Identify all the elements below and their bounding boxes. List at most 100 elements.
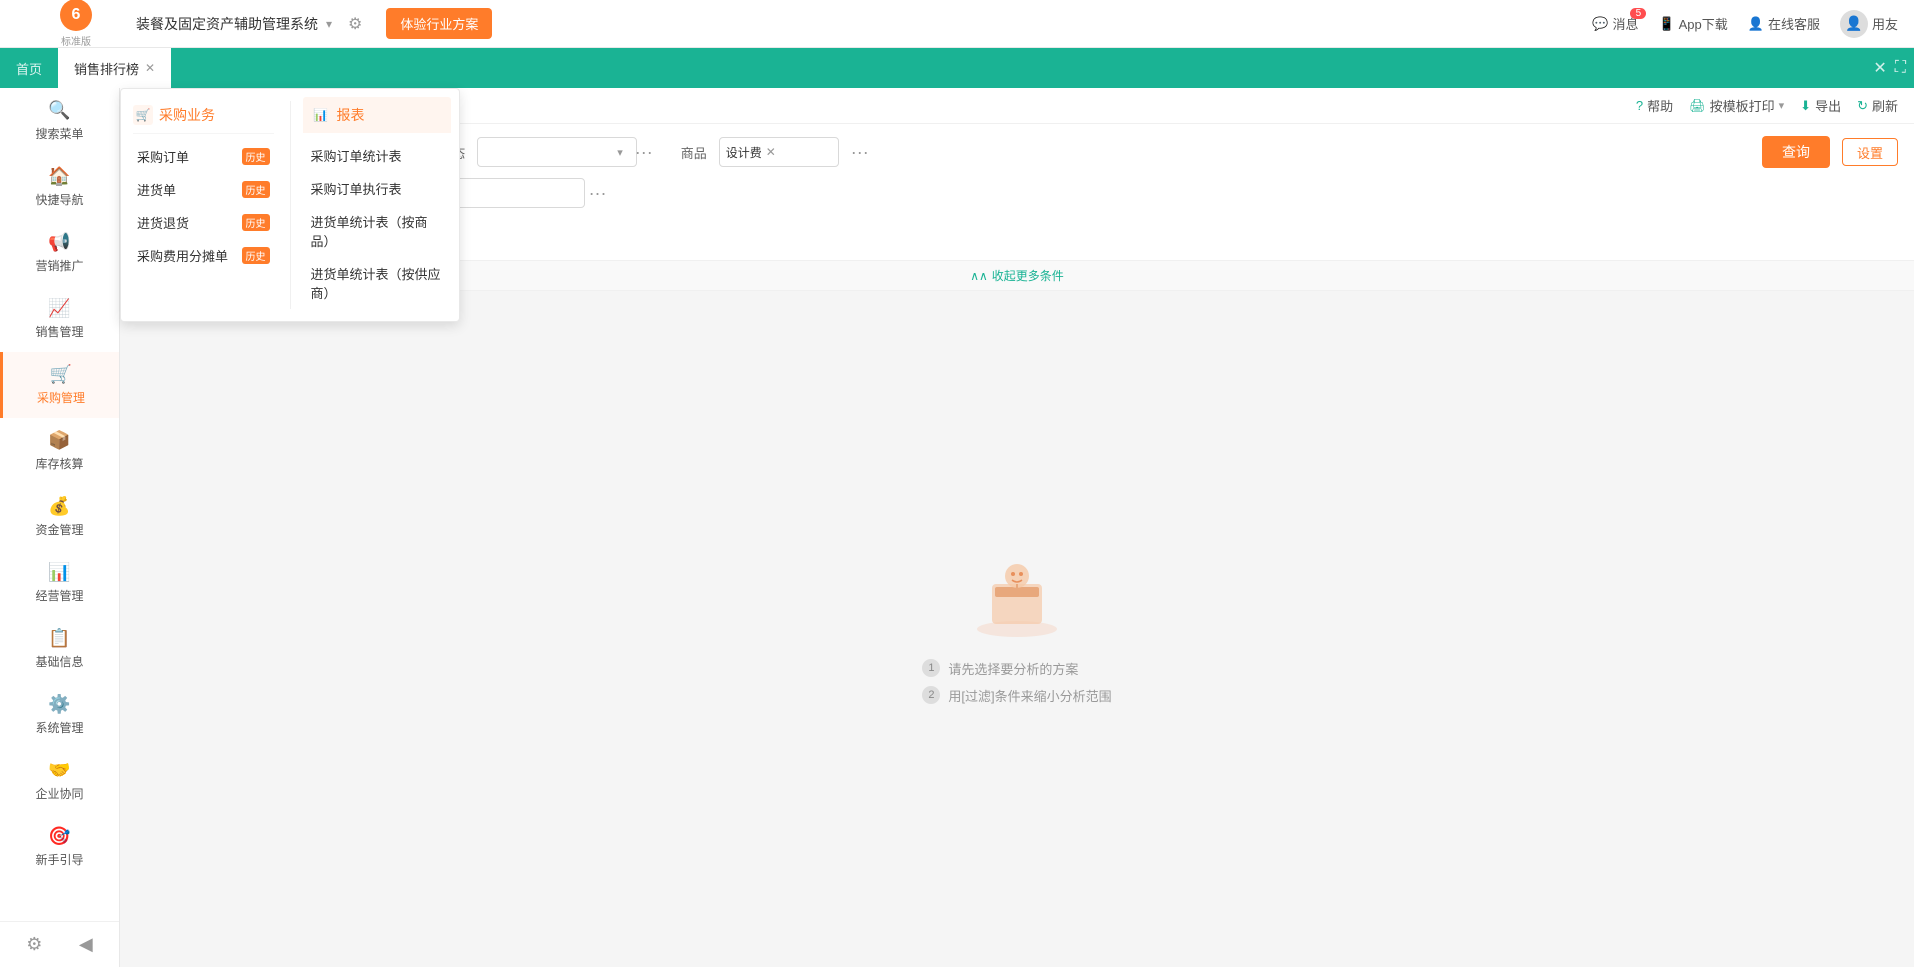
sidebar-item-finance-label: 资金管理 (35, 521, 83, 538)
dropdown-goods-receipt[interactable]: 进货单 历史 (133, 173, 274, 206)
messages-badge: 5 (1630, 8, 1646, 19)
system-settings-icon[interactable]: ⚙ (348, 14, 362, 34)
purchase-title-icon: 🛒 (133, 105, 153, 125)
app-download-item[interactable]: 📱 App下载 (1658, 14, 1727, 33)
dropdown-cols: 🛒 采购业务 采购订单 历史 进货单 历史 进货退货 历史 采购费用分摊单 历史 (121, 101, 459, 309)
sidebar-item-purchase[interactable]: 🛒 采购管理 (0, 352, 119, 418)
dropdown-goods-stat-by-supplier[interactable]: 进货单统计表（按供应商） (307, 257, 448, 309)
goods-more[interactable]: ··· (851, 142, 869, 163)
refresh-icon: ↻ (1857, 98, 1868, 114)
empty-tips: 1 请先选择要分析的方案 2 用[过滤]条件来缩小分析范围 (922, 659, 1111, 705)
query-btn[interactable]: 查询 (1762, 136, 1830, 168)
empty-tip-2: 2 用[过滤]条件来缩小分析范围 (922, 686, 1111, 705)
dropdown-goods-return[interactable]: 进货退货 历史 (133, 206, 274, 239)
dropdown-purchase-order-exec[interactable]: 采购订单执行表 (307, 172, 448, 205)
purchase-icon: 🛒 (50, 364, 72, 385)
sales-icon: 📈 (48, 298, 70, 319)
tip-num-2: 2 (922, 686, 940, 704)
help-btn[interactable]: ? 帮助 (1636, 96, 1673, 115)
empty-tip-1: 1 请先选择要分析的方案 (922, 659, 1111, 678)
sidebar-item-newbie[interactable]: 🎯 新手引导 (0, 814, 119, 880)
empty-state: 1 请先选择要分析的方案 2 用[过滤]条件来缩小分析范围 (120, 291, 1914, 967)
sidebar-item-search[interactable]: 🔍 搜索菜单 (0, 88, 119, 154)
sidebar-item-system[interactable]: ⚙️ 系统管理 (0, 682, 119, 748)
sidebar-collapse-icon[interactable]: ◀ (79, 934, 93, 955)
report-title-label: 报表 (337, 105, 365, 125)
sidebar-item-search-label: 搜索菜单 (35, 125, 83, 142)
avatar: 👤 (1840, 10, 1868, 38)
user-item[interactable]: 👤 用友 (1840, 10, 1898, 38)
goods-tag-remove[interactable]: ✕ (766, 145, 776, 159)
marketing-icon: 📢 (48, 232, 70, 253)
dropdown-col-report: 📊 报表 采购订单统计表 采购订单执行表 进货单统计表（按商品） 进货单统计表（… (295, 101, 460, 309)
purchase-title-label: 采购业务 (159, 105, 215, 125)
system-title-arrow-icon[interactable]: ▾ (326, 17, 332, 31)
export-icon: ⬇ (1800, 98, 1811, 114)
tip-1-text: 请先选择要分析的方案 (948, 659, 1078, 678)
home-icon: 🏠 (48, 166, 70, 187)
industry-btn[interactable]: 体验行业方案 (386, 8, 492, 39)
sidebar-item-sales-label: 销售管理 (35, 323, 83, 340)
sidebar-item-marketing-label: 营销推广 (35, 257, 83, 274)
sidebar-item-quick-nav[interactable]: 🏠 快捷导航 (0, 154, 119, 220)
dropdown-purchase-order-stat[interactable]: 采购订单统计表 (307, 139, 448, 172)
sidebar-item-quick-nav-label: 快捷导航 (35, 191, 83, 208)
tab-close-all-icon[interactable]: ✕ (1873, 58, 1886, 78)
help-label: 帮助 (1647, 96, 1673, 115)
refresh-label: 刷新 (1872, 96, 1898, 115)
sidebar-footer: ⚙ ◀ (0, 921, 119, 967)
sidebar-item-sales[interactable]: 📈 销售管理 (0, 286, 119, 352)
goods-tag-label: 设计费 (726, 144, 762, 161)
operations-icon: 📊 (48, 562, 70, 583)
sidebar: 🔍 搜索菜单 🏠 快捷导航 📢 营销推广 📈 销售管理 🛒 采购管理 📦 库存核… (0, 88, 120, 967)
collapse-up-icon: ∧∧ (970, 269, 988, 283)
dropdown-purchase-order[interactable]: 采购订单 历史 (133, 140, 274, 173)
newbie-icon: 🎯 (48, 826, 70, 847)
export-btn[interactable]: ⬇ 导出 (1800, 96, 1841, 115)
sidebar-item-marketing[interactable]: 📢 营销推广 (0, 220, 119, 286)
salesperson-more[interactable]: ··· (589, 183, 607, 204)
phone-icon: 📱 (1658, 16, 1674, 32)
refresh-btn[interactable]: ↻ 刷新 (1857, 96, 1898, 115)
tip-2-text: 用[过滤]条件来缩小分析范围 (948, 686, 1111, 705)
tab-expand-icon[interactable]: ⛶ (1895, 59, 1906, 77)
sidebar-item-basic-info[interactable]: 📋 基础信息 (0, 616, 119, 682)
export-label: 导出 (1815, 96, 1841, 115)
report-title-icon: 📊 (311, 105, 331, 125)
settings-btn[interactable]: 设置 (1842, 138, 1898, 166)
tab-close-icon[interactable]: ✕ (145, 61, 155, 75)
goods-input-wrap[interactable]: 设计费 ✕ (719, 137, 839, 167)
messages-item[interactable]: 💬 消息 5 (1592, 14, 1638, 33)
tab-sales-rank[interactable]: 销售排行榜 ✕ (58, 48, 171, 88)
sidebar-item-newbie-label: 新手引导 (35, 851, 83, 868)
sidebar-item-finance[interactable]: 💰 资金管理 (0, 484, 119, 550)
dropdown-col-purchase: 🛒 采购业务 采购订单 历史 进货单 历史 进货退货 历史 采购费用分摊单 历史 (121, 101, 286, 309)
print-dropdown-icon[interactable]: ▾ (1779, 99, 1785, 112)
logo-subtitle: 标准版 (61, 33, 91, 48)
doc-status-input[interactable] (477, 137, 637, 167)
doc-status-more[interactable]: ··· (635, 142, 653, 163)
system-title-text: 装餐及固定资产辅助管理系统 (136, 14, 318, 34)
sidebar-item-operations[interactable]: 📊 经营管理 (0, 550, 119, 616)
message-icon: 💬 (1592, 16, 1608, 32)
tab-home[interactable]: 首页 (0, 48, 58, 88)
dropdown-goods-stat-by-goods[interactable]: 进货单统计表（按商品） (307, 205, 448, 257)
inventory-icon: 📦 (48, 430, 70, 451)
dropdown-report-title: 📊 报表 (303, 97, 452, 133)
basic-info-icon: 📋 (48, 628, 70, 649)
sidebar-item-enterprise[interactable]: 🤝 企业协同 (0, 748, 119, 814)
logo-area: 6 标准版 (16, 0, 136, 48)
purchase-dropdown: 🛒 采购业务 采购订单 历史 进货单 历史 进货退货 历史 采购费用分摊单 历史 (120, 88, 460, 322)
doc-status-dropdown-icon[interactable]: ▾ (617, 146, 623, 159)
tip-num-1: 1 (922, 659, 940, 677)
online-service-item[interactable]: 👤 在线客服 (1748, 14, 1820, 33)
dropdown-purchase-title: 🛒 采购业务 (133, 101, 274, 134)
help-icon: ? (1636, 98, 1643, 113)
purchase-expense-history-badge: 历史 (242, 247, 270, 264)
print-btn[interactable]: 🖨 按模板打印 ▾ (1689, 96, 1784, 115)
dropdown-purchase-expense[interactable]: 采购费用分摊单 历史 (133, 239, 274, 272)
finance-icon: 💰 (48, 496, 70, 517)
sidebar-item-basic-info-label: 基础信息 (35, 653, 83, 670)
sidebar-settings-icon[interactable]: ⚙ (26, 934, 42, 955)
sidebar-item-inventory[interactable]: 📦 库存核算 (0, 418, 119, 484)
